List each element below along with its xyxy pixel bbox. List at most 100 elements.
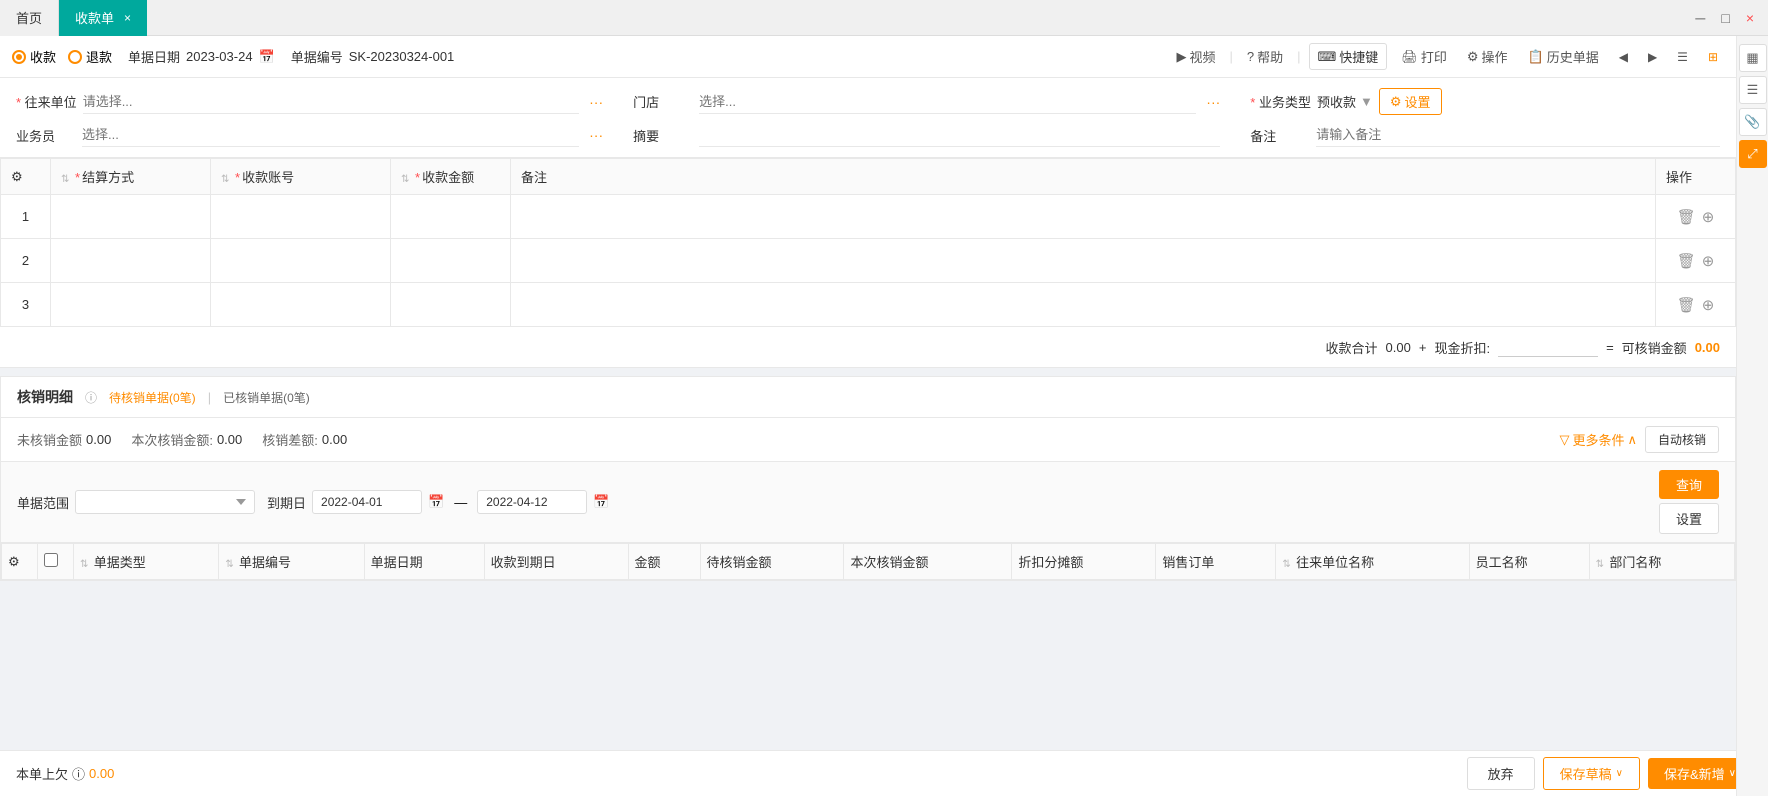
bottom-table-section: ⚙ ⇅ 单据类型 ⇅ 单据编号	[1, 543, 1735, 580]
partner-input[interactable]	[83, 90, 579, 114]
date-from-input[interactable]	[312, 490, 422, 514]
staff-more-icon[interactable]: ···	[589, 127, 603, 143]
business-type-value: 预收款	[1317, 92, 1356, 111]
draft-dropdown-icon[interactable]: ∨	[1616, 768, 1623, 779]
verify-pending-tab[interactable]: 待核销单据(0笔)	[109, 389, 196, 406]
row-delete-2[interactable]: 🗑	[1677, 252, 1696, 270]
bottom-col-settings[interactable]: ⚙	[2, 544, 38, 580]
date-label: 单据日期	[128, 47, 180, 66]
row-note-1[interactable]	[511, 195, 1656, 239]
date-to-input[interactable]	[477, 490, 587, 514]
discard-button[interactable]: 放弃	[1467, 757, 1535, 790]
row-account-1[interactable]	[211, 195, 391, 239]
col-header-settings[interactable]: ⚙	[1, 159, 51, 195]
number-label: 单据编号	[291, 47, 343, 66]
store-more-icon[interactable]: ···	[1206, 94, 1220, 110]
sidebar-expand-button[interactable]: ⤢	[1739, 140, 1767, 168]
verify-tab-separator: |	[208, 390, 211, 405]
close-button[interactable]: ×	[1740, 6, 1760, 30]
row-settle-2[interactable]	[51, 239, 211, 283]
help-button[interactable]: ? 帮助	[1241, 45, 1289, 68]
date-field: 单据日期 2023-03-24 📅	[128, 47, 275, 66]
row-amount-1[interactable]	[391, 195, 511, 239]
row-delete-1[interactable]: 🗑	[1677, 208, 1696, 226]
video-button[interactable]: ▶ 视频	[1170, 45, 1221, 68]
diff-label: 核销差额:	[262, 430, 318, 449]
select-all-checkbox[interactable]	[44, 553, 58, 567]
plus-sign: +	[1419, 340, 1427, 355]
date-to-wrap: 📅	[477, 490, 609, 514]
partner-more-icon[interactable]: ···	[589, 94, 603, 110]
row-amount-3[interactable]	[391, 283, 511, 327]
calendar-icon[interactable]: 📅	[259, 49, 275, 65]
footer: 本单上欠 ⓘ 0.00 放弃 保存草稿 ∨ 保存&新增 ∨	[0, 750, 1768, 796]
nav-next-button[interactable]: ▶	[1642, 48, 1663, 66]
stat-info-icon[interactable]: ⓘ	[72, 764, 85, 783]
radio-receive[interactable]: 收款	[12, 47, 56, 66]
store-input[interactable]	[699, 90, 1196, 114]
sort-icon-account: ⇅	[221, 174, 229, 185]
nav-prev-button[interactable]: ◀	[1613, 48, 1634, 66]
row-account-3[interactable]	[211, 283, 391, 327]
row-note-3[interactable]	[511, 283, 1656, 327]
date-value[interactable]: 2023-03-24	[186, 49, 253, 64]
view-grid-button[interactable]: ⊞	[1702, 48, 1724, 66]
help-icon: ?	[1247, 49, 1254, 64]
partner-field-group: 往来单位 ···	[16, 90, 603, 114]
row-copy-3[interactable]: ⊕	[1702, 296, 1715, 314]
total-label: 收款合计	[1326, 338, 1378, 357]
table-icon: ▦	[1746, 50, 1758, 66]
calendar-to-icon[interactable]: 📅	[593, 494, 609, 510]
more-conditions-button[interactable]: ▽ 更多条件 ∧	[1559, 430, 1637, 449]
settings-button[interactable]: ⚙ 设置	[1379, 88, 1442, 115]
sidebar-table-button[interactable]: ▦	[1739, 44, 1767, 72]
remark-input[interactable]	[1316, 123, 1720, 147]
range-select[interactable]	[75, 490, 255, 514]
sidebar-attachment-button[interactable]: 📎	[1739, 108, 1767, 136]
table-row: 2 🗑 ⊕	[1, 239, 1736, 283]
row-settle-1[interactable]	[51, 195, 211, 239]
calendar-from-icon[interactable]: 📅	[428, 494, 444, 510]
row-num-1: 1	[1, 195, 51, 239]
row-account-2[interactable]	[211, 239, 391, 283]
operation-button[interactable]: ⚙ 操作	[1461, 45, 1514, 68]
row-settle-3[interactable]	[51, 283, 211, 327]
sort-icon-settle: ⇅	[61, 174, 69, 185]
table-settings-icon[interactable]: ⚙	[11, 169, 23, 184]
tab-close-icon[interactable]: ×	[124, 11, 131, 25]
print-button[interactable]: 🖨 打印	[1395, 45, 1453, 68]
date-from-wrap: 📅	[312, 490, 444, 514]
verify-stats: 未核销金额 0.00 本次核销金额: 0.00 核销差额: 0.00 ▽ 更多条…	[1, 418, 1735, 462]
sidebar-list-button[interactable]: ☰	[1739, 76, 1767, 104]
row-amount-2[interactable]	[391, 239, 511, 283]
verify-info-icon[interactable]: ⓘ	[85, 389, 97, 406]
view-list-button[interactable]: ☰	[1671, 48, 1694, 66]
radio-refund[interactable]: 退款	[68, 47, 112, 66]
query-button[interactable]: 查询	[1659, 470, 1719, 499]
row-num-3: 3	[1, 283, 51, 327]
total-value: 0.00	[1386, 340, 1411, 355]
tab-home[interactable]: 首页	[0, 0, 59, 36]
row-delete-3[interactable]: 🗑	[1677, 296, 1696, 314]
bottom-settings-icon[interactable]: ⚙	[8, 554, 20, 569]
minimize-button[interactable]: ─	[1689, 6, 1711, 30]
save-draft-button[interactable]: 保存草稿 ∨	[1543, 757, 1640, 790]
auto-verify-button[interactable]: 自动核销	[1645, 426, 1719, 453]
business-type-select[interactable]: 预收款 ▼	[1317, 92, 1373, 111]
row-copy-1[interactable]: ⊕	[1702, 208, 1715, 226]
tab-current[interactable]: 收款单 ×	[59, 0, 147, 36]
bottom-col-checkbox[interactable]	[38, 544, 74, 580]
row-note-2[interactable]	[511, 239, 1656, 283]
row-copy-2[interactable]: ⊕	[1702, 252, 1715, 270]
shortcut-button[interactable]: ⌨ 快捷键	[1309, 43, 1388, 70]
history-button[interactable]: 📋 历史单据	[1522, 45, 1605, 68]
verify-done-tab[interactable]: 已核销单据(0笔)	[223, 389, 310, 406]
save-dropdown-icon[interactable]: ∨	[1729, 768, 1736, 779]
col-header-action: 操作	[1656, 159, 1736, 195]
video-icon: ▶	[1176, 49, 1186, 65]
memo-input[interactable]	[699, 123, 1220, 147]
staff-input[interactable]	[82, 123, 579, 147]
filter-settings-button[interactable]: 设置	[1659, 503, 1719, 534]
discount-input[interactable]	[1498, 337, 1598, 357]
maximize-button[interactable]: □	[1715, 6, 1735, 30]
